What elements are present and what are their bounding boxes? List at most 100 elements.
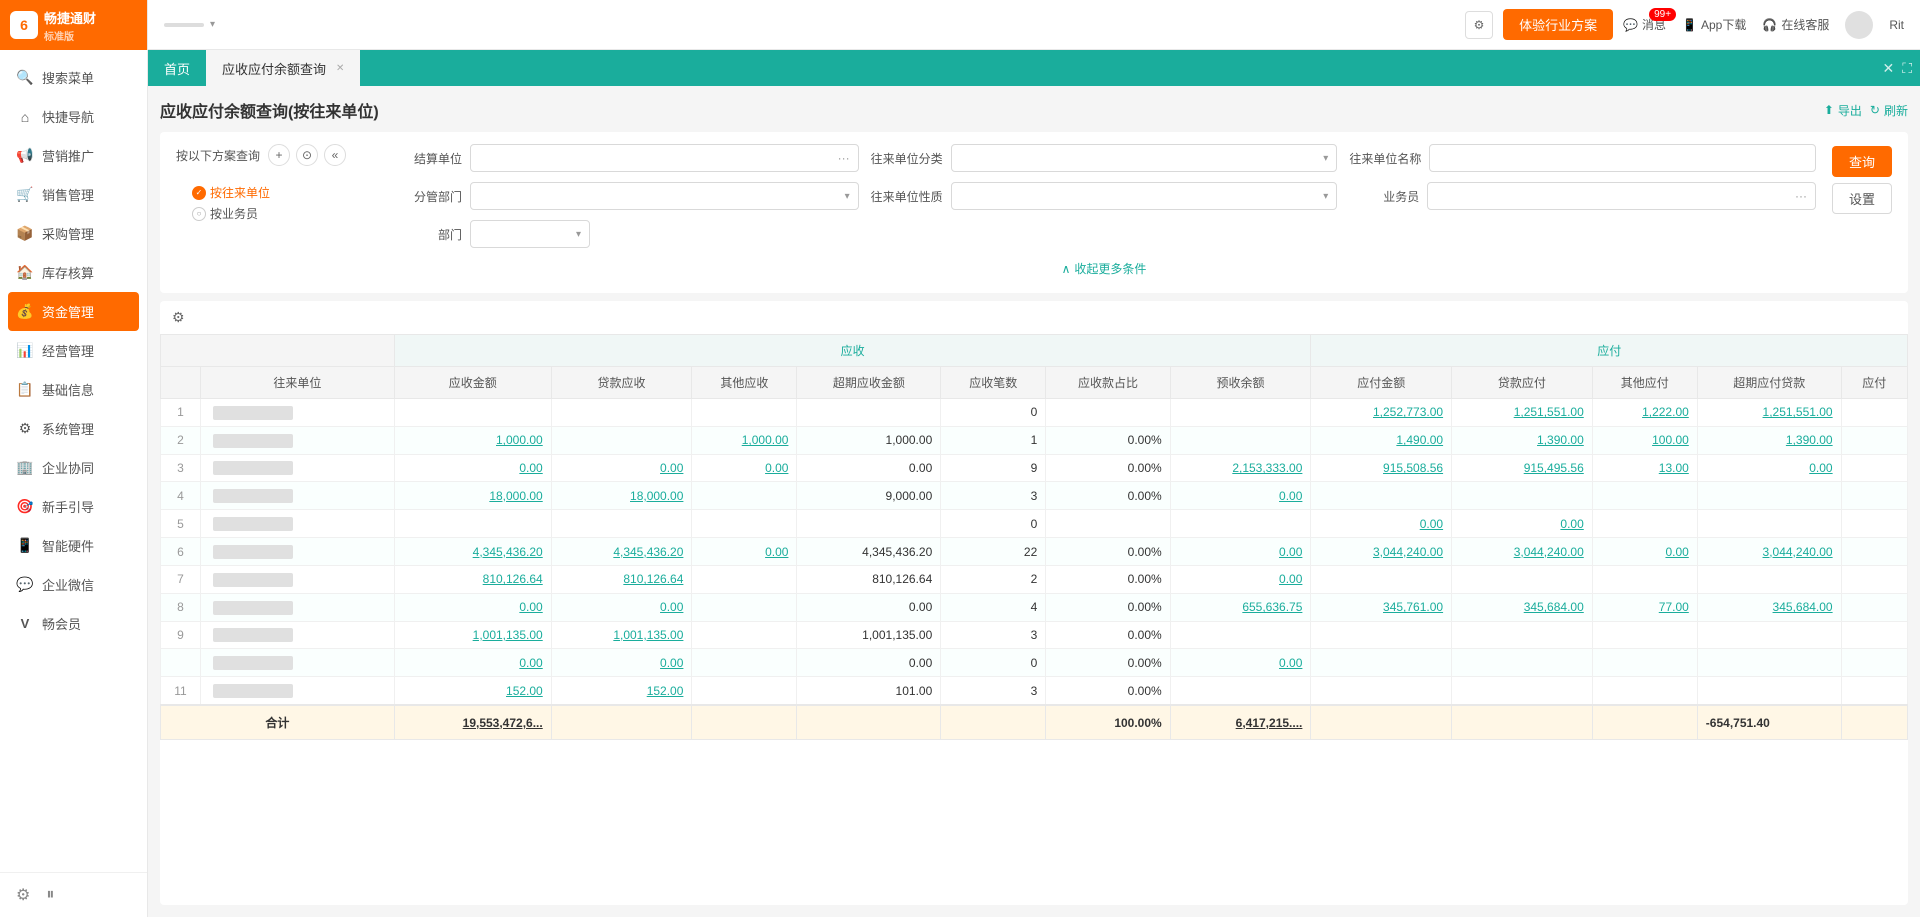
cell-ap-loan[interactable]: 0.00 — [1452, 510, 1593, 538]
salesman-input[interactable]: ··· — [1427, 182, 1816, 210]
cell-ap-amount[interactable]: 1,252,773.00 — [1311, 399, 1452, 427]
sidebar-item-sales[interactable]: 🛒 销售管理 — [0, 175, 147, 214]
cell-ap-amount[interactable]: 3,044,240.00 — [1311, 538, 1452, 566]
cell-ap-other[interactable]: 100.00 — [1592, 426, 1697, 454]
add-scheme-button[interactable]: + — [268, 144, 290, 166]
tab-close-all-icon[interactable]: ✕ — [1882, 60, 1894, 77]
cell-ap-other[interactable]: 1,222.00 — [1592, 399, 1697, 427]
tab-home[interactable]: 首页 — [148, 50, 206, 86]
sidebar-item-marketing[interactable]: 📢 营销推广 — [0, 136, 147, 175]
tab-ar-query[interactable]: 应收应付余额查询 ✕ — [206, 50, 360, 86]
cell-ar-prepay[interactable]: 0.00 — [1170, 649, 1311, 677]
avatar[interactable] — [1845, 11, 1873, 39]
tab-expand-icon[interactable]: ⛶ — [1902, 60, 1912, 77]
cell-ar-loan[interactable]: 1,001,135.00 — [551, 621, 692, 649]
footer-ar-amount[interactable]: 19,553,472,6... — [394, 705, 551, 740]
scheme-by-salesman[interactable]: ○ 按业务员 — [192, 205, 376, 222]
cell-ar-loan[interactable]: 810,126.64 — [551, 565, 692, 593]
cell-ap-overdue[interactable]: 345,684.00 — [1697, 593, 1841, 621]
cell-ap-loan[interactable]: 915,495.56 — [1452, 454, 1593, 482]
cell-ap-amount[interactable]: 915,508.56 — [1311, 454, 1452, 482]
query-button[interactable]: 查询 — [1832, 146, 1892, 177]
cell-ar-amount[interactable]: 1,001,135.00 — [394, 621, 551, 649]
cell-ap-overdue — [1697, 677, 1841, 705]
cell-ap-loan[interactable]: 345,684.00 — [1452, 593, 1593, 621]
cell-ar-loan[interactable]: 0.00 — [551, 593, 692, 621]
cell-row-num: 6 — [161, 538, 201, 566]
collapse-button[interactable]: ∧ 收起更多条件 — [1058, 256, 1151, 281]
partner-nature-select[interactable]: ▾ — [951, 182, 1338, 210]
service-button[interactable]: 🎧 在线客服 — [1762, 16, 1829, 33]
sidebar-item-quick-nav[interactable]: ⌂ 快捷导航 — [0, 97, 147, 136]
gear-button[interactable]: ⚙ — [1465, 11, 1493, 39]
cell-ar-loan[interactable]: 0.00 — [551, 454, 692, 482]
cell-ap-other[interactable]: 13.00 — [1592, 454, 1697, 482]
promo-button[interactable]: 体验行业方案 — [1503, 9, 1613, 40]
cell-ar-amount[interactable]: 0.00 — [394, 649, 551, 677]
sidebar-item-corp[interactable]: 🏢 企业协同 — [0, 448, 147, 487]
settlement-input[interactable]: ··· — [470, 144, 859, 172]
cell-ar-amount[interactable]: 0.00 — [394, 454, 551, 482]
cell-ap-other[interactable]: 0.00 — [1592, 538, 1697, 566]
sidebar-item-hardware[interactable]: 📱 智能硬件 — [0, 526, 147, 565]
manage-scheme-button[interactable]: ⊙ — [296, 144, 318, 166]
partner-cat-select[interactable]: ▾ — [951, 144, 1338, 172]
cell-ar-other[interactable]: 1,000.00 — [692, 426, 797, 454]
sidebar-item-purchase[interactable]: 📦 采购管理 — [0, 214, 147, 253]
chevron-down-icon[interactable]: ▾ — [210, 19, 215, 30]
collapse-scheme-button[interactable]: « — [324, 144, 346, 166]
setting-button[interactable]: 设置 — [1832, 183, 1892, 214]
cell-ap-overdue[interactable]: 3,044,240.00 — [1697, 538, 1841, 566]
cell-ap-loan[interactable]: 1,251,551.00 — [1452, 399, 1593, 427]
cell-ap-overdue[interactable]: 0.00 — [1697, 454, 1841, 482]
sidebar-item-search[interactable]: 🔍 搜索菜单 — [0, 58, 147, 97]
cell-ap-amount[interactable]: 345,761.00 — [1311, 593, 1452, 621]
cell-ar-amount[interactable]: 0.00 — [394, 593, 551, 621]
cell-ap-loan[interactable]: 3,044,240.00 — [1452, 538, 1593, 566]
refresh-button[interactable]: ↻ 刷新 — [1870, 102, 1908, 119]
sidebar-item-wechat[interactable]: 💬 企业微信 — [0, 565, 147, 604]
scheme-by-partner[interactable]: ✓ 按往来单位 — [192, 184, 376, 201]
sidebar-item-operation[interactable]: 📊 经营管理 — [0, 331, 147, 370]
sidebar-item-inventory[interactable]: 🏠 库存核算 — [0, 253, 147, 292]
cell-ap-other[interactable]: 77.00 — [1592, 593, 1697, 621]
cell-ap-overdue[interactable]: 1,251,551.00 — [1697, 399, 1841, 427]
cell-ar-amount[interactable]: 18,000.00 — [394, 482, 551, 510]
dept-select[interactable]: ▾ — [470, 220, 590, 248]
cell-ar-other[interactable]: 0.00 — [692, 454, 797, 482]
cell-ar-loan[interactable]: 0.00 — [551, 649, 692, 677]
download-button[interactable]: 📱 App下载 — [1682, 16, 1746, 33]
username-label[interactable]: Rit — [1889, 18, 1904, 32]
cell-ap-amount[interactable]: 0.00 — [1311, 510, 1452, 538]
partner-name-input[interactable] — [1429, 144, 1816, 172]
cell-ar-amount[interactable]: 152.00 — [394, 677, 551, 705]
cell-ar-loan[interactable]: 4,345,436.20 — [551, 538, 692, 566]
footer-ar-prepay[interactable]: 6,417,215.... — [1170, 705, 1311, 740]
cell-ap-loan[interactable]: 1,390.00 — [1452, 426, 1593, 454]
cell-ar-amount[interactable]: 1,000.00 — [394, 426, 551, 454]
cell-ar-prepay[interactable]: 2,153,333.00 — [1170, 454, 1311, 482]
cell-ap-amount[interactable]: 1,490.00 — [1311, 426, 1452, 454]
tab-close-icon[interactable]: ✕ — [336, 63, 344, 74]
cell-ar-prepay[interactable]: 0.00 — [1170, 565, 1311, 593]
cell-ap-overdue[interactable]: 1,390.00 — [1697, 426, 1841, 454]
sidebar-item-finance[interactable]: 💰 资金管理 — [8, 292, 139, 331]
cell-ar-amount[interactable]: 4,345,436.20 — [394, 538, 551, 566]
sidebar-item-system[interactable]: ⚙ 系统管理 — [0, 409, 147, 448]
collapse-icon[interactable]: ⏸ — [46, 886, 54, 904]
cell-ar-loan[interactable]: 18,000.00 — [551, 482, 692, 510]
export-button[interactable]: ⬆ 导出 — [1824, 102, 1862, 119]
cell-ar-prepay[interactable]: 655,636.75 — [1170, 593, 1311, 621]
sidebar-item-basic[interactable]: 📋 基础信息 — [0, 370, 147, 409]
sidebar-item-vip[interactable]: V 畅会员 — [0, 604, 147, 643]
cell-ar-amount[interactable]: 810,126.64 — [394, 565, 551, 593]
table-settings-icon[interactable]: ⚙ — [172, 309, 185, 326]
settings-icon[interactable]: ⚙ — [16, 885, 30, 905]
cell-ar-other[interactable]: 0.00 — [692, 538, 797, 566]
message-button[interactable]: 💬 消息 99+ — [1623, 16, 1666, 33]
cell-ar-prepay[interactable]: 0.00 — [1170, 482, 1311, 510]
sidebar-item-guide[interactable]: 🎯 新手引导 — [0, 487, 147, 526]
cell-ar-prepay[interactable]: 0.00 — [1170, 538, 1311, 566]
cell-ar-loan[interactable]: 152.00 — [551, 677, 692, 705]
dept-manage-select[interactable]: ▾ — [470, 182, 859, 210]
